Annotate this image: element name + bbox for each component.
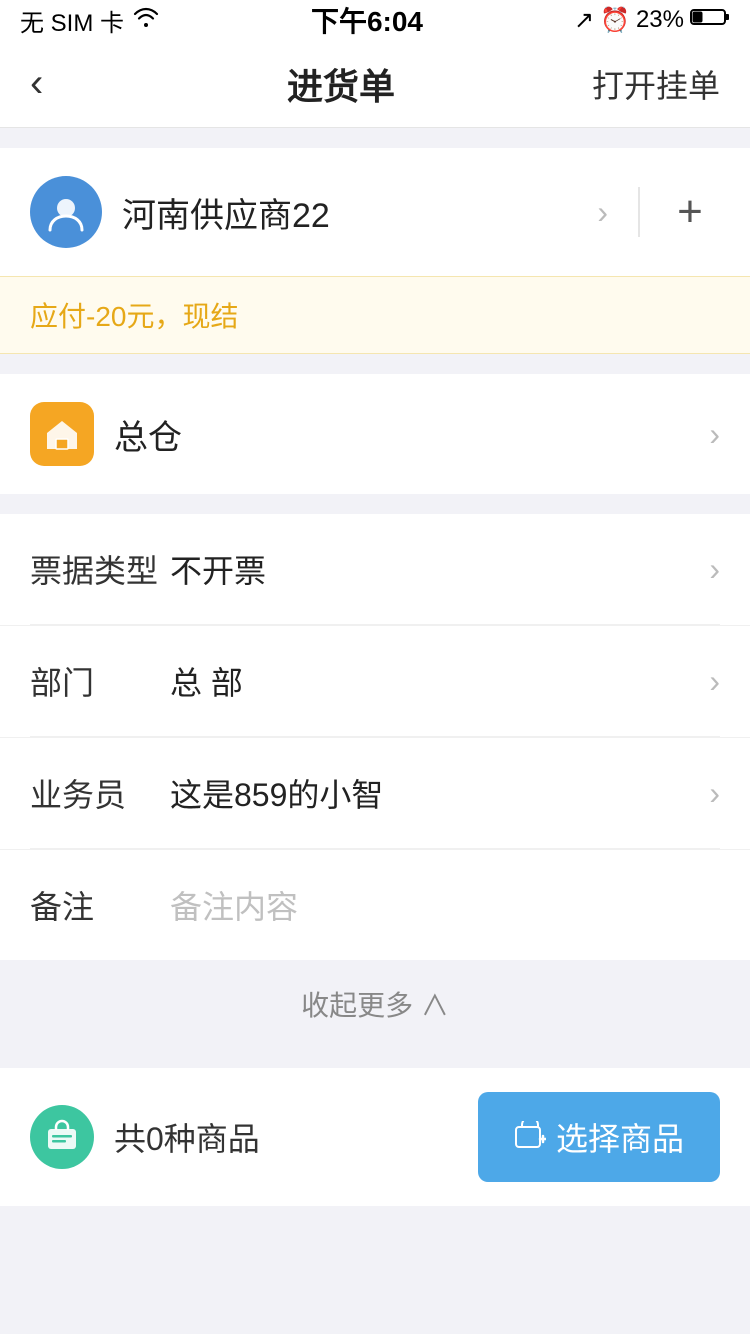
nav-bar: ‹ 进货单 打开挂单	[0, 40, 750, 128]
remarks-input[interactable]: 备注内容	[170, 882, 720, 928]
supplier-add-button[interactable]: +	[660, 182, 720, 242]
top-divider	[0, 128, 750, 148]
supplier-chevron-icon: ›	[597, 194, 608, 231]
warehouse-name: 总仓	[114, 410, 709, 459]
department-chevron-icon: ›	[709, 663, 720, 700]
remarks-row[interactable]: 备注 备注内容	[0, 849, 750, 960]
department-label: 部门	[30, 658, 170, 704]
select-product-icon	[514, 1121, 546, 1153]
department-value: 总 部	[170, 658, 709, 704]
wifi-icon	[132, 6, 160, 34]
status-bar: 无 SIM 卡 下午6:04 ↗ ⏰ 23%	[0, 0, 750, 40]
notice-text: 应付-20元，现结	[30, 301, 238, 332]
status-right: ↗ ⏰ 23%	[574, 6, 730, 35]
select-product-button[interactable]: 选择商品	[478, 1092, 720, 1182]
product-count-text: 共0种商品	[114, 1114, 478, 1160]
salesman-value: 这是859的小智	[170, 770, 709, 816]
form-section: 票据类型 不开票 › 部门 总 部 › 业务员 这是859的小智 › 备注 备注…	[0, 514, 750, 960]
product-count-icon	[30, 1105, 94, 1169]
department-row[interactable]: 部门 总 部 ›	[0, 625, 750, 736]
collapse-toggle[interactable]: 收起更多 ∧	[0, 960, 750, 1048]
status-left: 无 SIM 卡	[20, 3, 160, 38]
warehouse-chevron-icon: ›	[709, 416, 720, 453]
location-icon: ↗	[574, 6, 594, 35]
bottom-bar: 共0种商品 选择商品	[0, 1068, 750, 1206]
invoice-type-chevron-icon: ›	[709, 551, 720, 588]
supplier-name: 河南供应商22	[122, 188, 597, 237]
invoice-type-row[interactable]: 票据类型 不开票 ›	[0, 514, 750, 624]
carrier-text: 无 SIM 卡	[20, 3, 124, 38]
supplier-row[interactable]: 河南供应商22 › +	[0, 148, 750, 276]
supplier-avatar	[30, 176, 102, 248]
invoice-type-label: 票据类型	[30, 546, 170, 592]
salesman-label: 业务员	[30, 770, 170, 816]
salesman-chevron-icon: ›	[709, 775, 720, 812]
page-title: 进货单	[287, 58, 395, 110]
warehouse-section: 总仓 ›	[0, 374, 750, 494]
alarm-icon: ⏰	[600, 6, 630, 35]
supplier-section: 河南供应商22 › + 应付-20元，现结	[0, 148, 750, 354]
remarks-label: 备注	[30, 882, 170, 928]
warehouse-row[interactable]: 总仓 ›	[0, 374, 750, 494]
invoice-type-value: 不开票	[170, 546, 709, 592]
select-product-label: 选择商品	[556, 1114, 684, 1160]
salesman-row[interactable]: 业务员 这是859的小智 ›	[0, 737, 750, 848]
collapse-label: 收起更多 ∧	[301, 984, 449, 1024]
warehouse-icon	[30, 402, 94, 466]
battery-icon	[690, 6, 730, 34]
supplier-divider	[638, 187, 640, 237]
status-time: 下午6:04	[311, 0, 423, 40]
battery-text: 23%	[636, 6, 684, 34]
notice-banner: 应付-20元，现结	[0, 276, 750, 354]
open-pending-button[interactable]: 打开挂单	[592, 61, 720, 107]
back-button[interactable]: ‹	[30, 61, 90, 106]
